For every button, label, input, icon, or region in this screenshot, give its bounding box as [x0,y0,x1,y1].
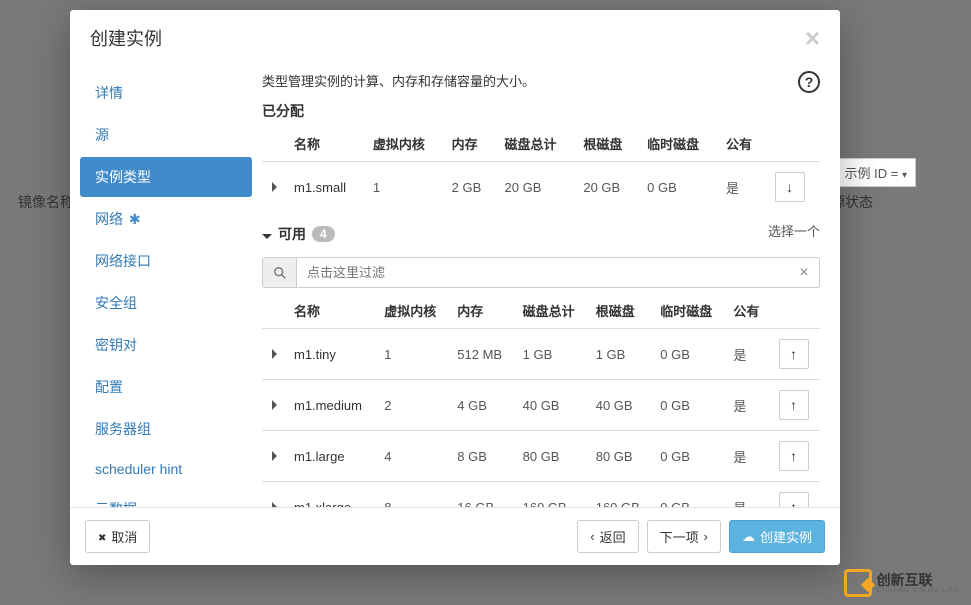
modal-title: 创建实例 [90,25,162,51]
available-section-header[interactable]: 可用 4 [262,224,335,244]
back-button[interactable]: 返回 [577,520,638,553]
table-row: m1.small 1 2 GB 20 GB 20 GB 0 GB 是 ↓ [262,162,820,213]
cancel-button[interactable]: 取消 [85,520,150,553]
col-name: 名称 [286,126,365,162]
close-icon[interactable]: × [805,25,820,51]
available-table: 名称 虚拟内核 内存 磁盘总计 根磁盘 临时磁盘 公有 m1.tiny 1 51… [262,293,820,507]
expand-row-icon[interactable] [262,329,286,380]
sidebar-item-metadata[interactable]: 元数据 [80,489,252,507]
filter-bar: × [262,257,820,288]
x-icon [98,529,106,544]
modal-body: 详情 源 实例类型 网络 ✱ 网络接口 安全组 密钥对 配置 服务器组 sche… [70,63,840,507]
col-mem: 内存 [444,126,497,162]
sidebar-item-server-groups[interactable]: 服务器组 [80,409,252,449]
next-button[interactable]: 下一项 [647,520,721,553]
sidebar-item-source[interactable]: 源 [80,115,252,155]
sidebar-item-keypair[interactable]: 密钥对 [80,325,252,365]
sidebar-item-scheduler-hint[interactable]: scheduler hint [80,451,252,487]
col-disk-total: 磁盘总计 [497,126,576,162]
chevron-down-icon [262,226,272,242]
col-root: 根磁盘 [575,126,639,162]
sidebar-item-security-groups[interactable]: 安全组 [80,283,252,323]
search-icon [263,258,297,287]
expand-row-icon[interactable] [262,431,286,482]
allocate-button[interactable]: ↑ [779,441,809,471]
create-instance-button[interactable]: 创建实例 [729,520,825,553]
table-row: m1.tiny 1 512 MB 1 GB 1 GB 0 GB 是 ↑ [262,329,820,380]
required-asterisk-icon: ✱ [125,211,141,227]
cloud-upload-icon [742,529,755,545]
modal-header: 创建实例 × [70,10,840,63]
chevron-left-icon [590,529,594,544]
filter-input[interactable] [297,258,789,287]
clear-filter-icon[interactable]: × [789,258,819,287]
select-one-hint: 选择一个 [768,221,820,240]
expand-row-icon[interactable] [262,380,286,431]
sidebar-item-details[interactable]: 详情 [80,73,252,113]
bg-label-image-name: 镜像名称 [18,192,74,212]
table-row: m1.xlarge 8 16 GB 160 GB 160 GB 0 GB 是 ↑ [262,482,820,508]
allocate-button[interactable]: ↑ [779,390,809,420]
expand-row-icon[interactable] [262,162,286,213]
col-pub: 公有 [718,126,767,162]
sidebar-item-ports[interactable]: 网络接口 [80,241,252,281]
wizard-sidebar: 详情 源 实例类型 网络 ✱ 网络接口 安全组 密钥对 配置 服务器组 sche… [80,63,252,507]
allocate-button[interactable]: ↑ [779,339,809,369]
step-description: 类型管理实例的计算、内存和存储容量的大小。 [262,71,535,90]
allocate-button[interactable]: ↑ [779,492,809,507]
col-eph: 临时磁盘 [639,126,718,162]
wizard-content: 类型管理实例的计算、内存和存储容量的大小。 ? 已分配 名称 虚拟内核 内存 磁… [252,63,830,507]
available-count-badge: 4 [312,226,335,242]
allocated-table: 名称 虚拟内核 内存 磁盘总计 根磁盘 临时磁盘 公有 m1.small 1 [262,126,820,212]
table-row: m1.medium 2 4 GB 40 GB 40 GB 0 GB 是 ↑ [262,380,820,431]
col-vcpu: 虚拟内核 [365,126,444,162]
sidebar-item-flavor[interactable]: 实例类型 [80,157,252,197]
modal-footer: 取消 返回 下一项 创建实例 [70,507,840,565]
expand-row-icon[interactable] [262,482,286,508]
table-row: m1.large 4 8 GB 80 GB 80 GB 0 GB 是 ↑ [262,431,820,482]
sidebar-item-network[interactable]: 网络 ✱ [80,199,252,239]
chevron-right-icon [704,529,708,544]
help-icon[interactable]: ? [798,71,820,93]
create-instance-modal: 创建实例 × 详情 源 实例类型 网络 ✱ 网络接口 安全组 密钥对 配置 服务… [70,10,840,565]
allocated-section-header[interactable]: 已分配 [262,101,820,121]
logo-icon [844,569,872,597]
sidebar-item-config[interactable]: 配置 [80,367,252,407]
deallocate-button[interactable]: ↓ [775,172,805,202]
brand-logo: 创新互联 CHUANG XIN HU LIAN [844,569,959,597]
bg-filter-button[interactable]: 示例 ID = ▾ [836,158,916,187]
